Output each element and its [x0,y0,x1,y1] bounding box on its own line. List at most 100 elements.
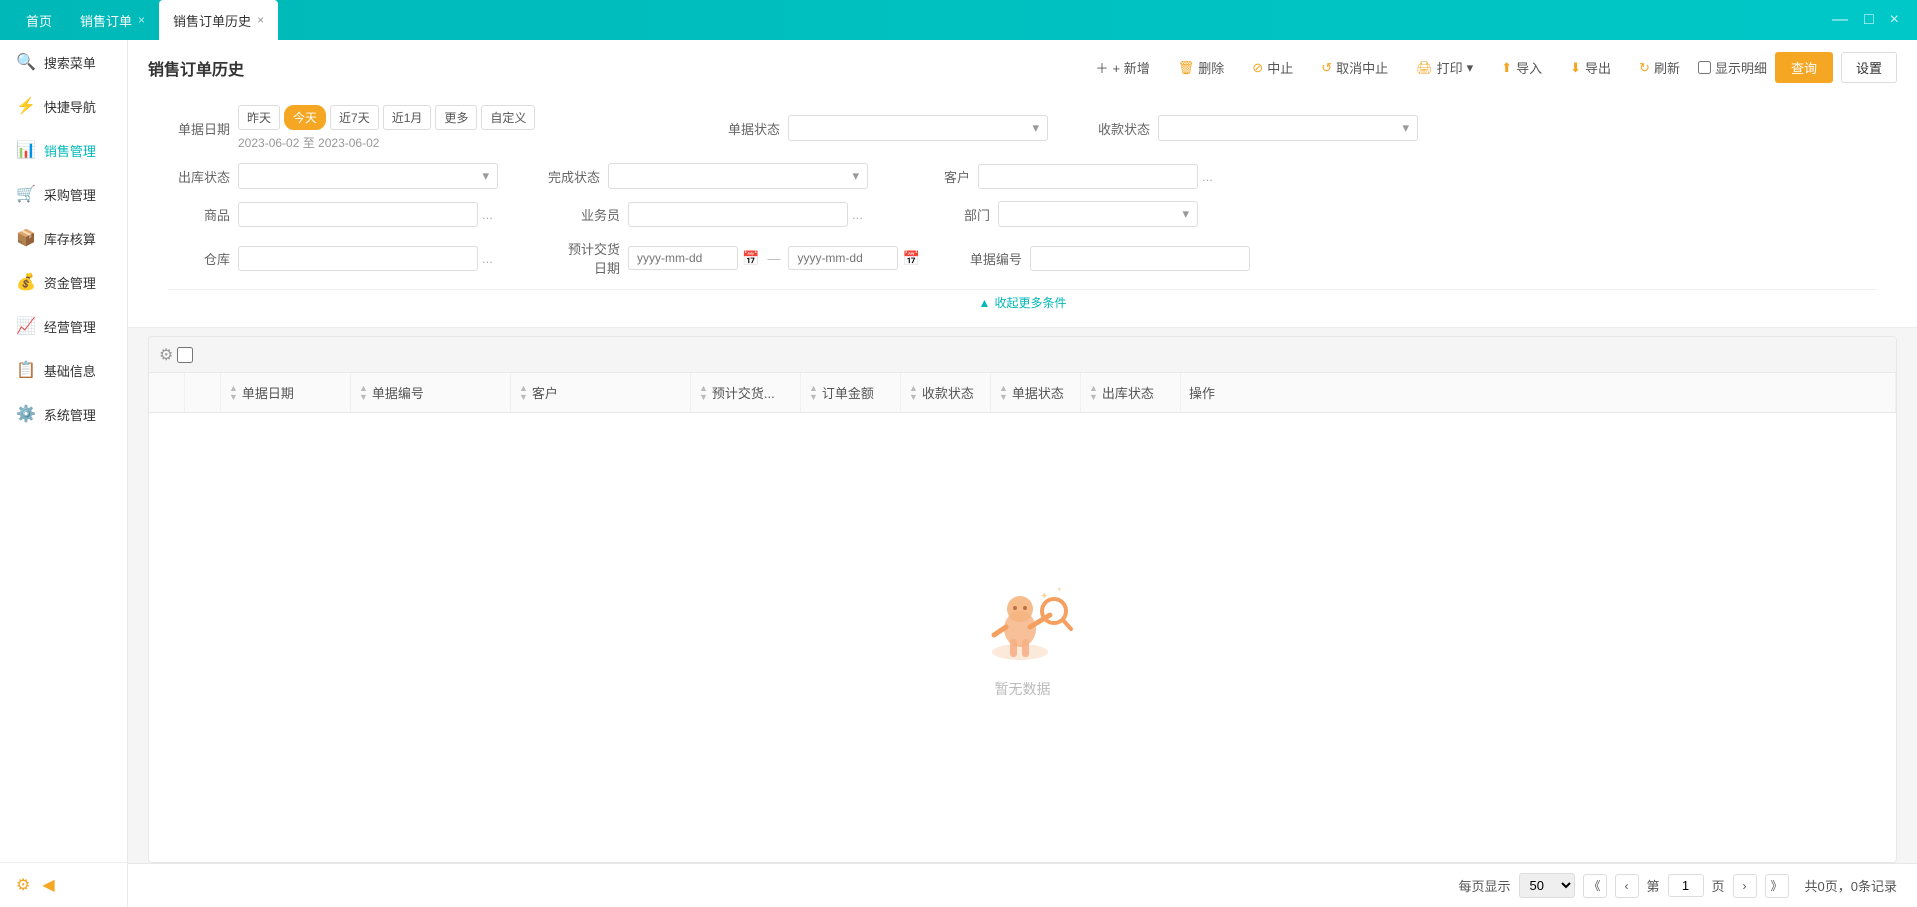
sidebar-item-quick-nav[interactable]: ⚡ 快捷导航 [0,84,127,128]
customer-dots[interactable]: ... [1202,169,1213,184]
delivery-date-label: 预计交货日期 [558,239,628,277]
tab-sales-order-history-close[interactable]: × [257,13,264,27]
th-delivery[interactable]: ▲▼ 预计交货... [691,373,801,412]
sidebar-item-purchase-mgmt-label: 采购管理 [44,185,96,204]
delivery-date-group: 📅 — 📅 [628,246,920,270]
tab-sales-order-history[interactable]: 销售订单历史 × [159,0,278,40]
salesperson-dots[interactable]: ... [852,207,863,222]
page-prefix: 第 [1647,876,1660,895]
current-page-input[interactable] [1668,874,1704,897]
import-button[interactable]: ⬆ 导入 [1491,53,1552,82]
salesperson-label: 业务员 [558,205,628,224]
first-page-button[interactable]: 《 [1583,874,1607,898]
collapse-arrow-icon: ▲ [979,296,991,310]
sidebar-item-finance[interactable]: 💰 资金管理 [0,260,127,304]
query-button[interactable]: 查询 [1775,52,1833,83]
sidebar-item-inventory[interactable]: 📦 库存核算 [0,216,127,260]
goods-input[interactable] [238,202,478,227]
th-op: 操作 [1181,373,1896,412]
sidebar-item-sales-mgmt[interactable]: 📊 销售管理 [0,128,127,172]
receipt-status-select[interactable]: ▾ [1158,115,1418,141]
total-info: 共0页，0条记录 [1805,876,1897,895]
stop-label: 中止 [1267,58,1293,77]
th-delivery-label: 预计交货... [712,383,775,402]
page-title-row: 销售订单历史 ＋ + 新增 🗑 删除 ⊘ 中止 ↺ [148,52,1897,93]
print-label: 打印 [1437,58,1463,77]
th-customer-label: 客户 [532,383,558,402]
stop-button[interactable]: ⊘ 中止 [1242,53,1303,82]
dept-select[interactable]: ▾ [998,201,1198,227]
goods-dots[interactable]: ... [482,207,493,222]
sidebar-collapse-icon[interactable]: ◀ [42,875,54,895]
tab-sales-order-close[interactable]: × [138,13,145,27]
th-amount[interactable]: ▲▼ 订单金额 [801,373,901,412]
th-status[interactable]: ▲▼ 单据状态 [991,373,1081,412]
sidebar-settings-icon[interactable]: ⚙ [16,875,30,895]
quick-nav-icon: ⚡ [16,96,36,116]
delivery-end-input[interactable] [788,246,898,270]
date-btn-more[interactable]: 更多 [435,105,477,130]
date-btn-yesterday[interactable]: 昨天 [238,105,280,130]
main-layout: 🔍 搜索菜单 ⚡ 快捷导航 📊 销售管理 🛒 采购管理 📦 库存核算 💰 资金管… [0,40,1917,907]
refresh-button[interactable]: ↻ 刷新 [1629,53,1690,82]
status-filter-label: 单据状态 [718,119,788,138]
sidebar-item-search-menu[interactable]: 🔍 搜索菜单 [0,40,127,84]
select-all-checkbox[interactable] [177,347,193,363]
delete-button[interactable]: 🗑 删除 [1168,53,1235,82]
last-page-button[interactable]: 》 [1765,874,1789,898]
prev-page-button[interactable]: ‹ [1615,874,1639,898]
order-no-input[interactable] [1030,246,1250,271]
th-status-label: 单据状态 [1012,383,1064,402]
stock-out-select[interactable]: ▾ [238,163,498,189]
refresh-icon: ↻ [1639,60,1650,76]
date-btn-today[interactable]: 今天 [284,105,326,130]
delivery-start-input[interactable] [628,246,738,270]
cancel-stop-button[interactable]: ↺ 取消中止 [1311,53,1398,82]
next-page-button[interactable]: › [1733,874,1757,898]
table-settings-icon[interactable]: ⚙ [159,345,173,365]
search-menu-icon: 🔍 [16,52,36,72]
per-page-select[interactable]: 50 10 20 100 [1519,873,1575,898]
th-receipt[interactable]: ▲▼ 收款状态 [901,373,991,412]
filter-row-3: 商品 ... 业务员 ... 部门 ▾ [168,201,1877,227]
window-close-button[interactable]: × [1884,9,1905,31]
th-stock[interactable]: ▲▼ 出库状态 [1081,373,1181,412]
delivery-sort-arrows: ▲▼ [699,384,708,402]
content-area: 销售订单历史 ＋ + 新增 🗑 删除 ⊘ 中止 ↺ [128,40,1917,907]
warehouse-dots[interactable]: ... [482,251,493,266]
delivery-start-calendar-icon[interactable]: 📅 [742,250,759,267]
date-sort-arrows: ▲▼ [229,384,238,402]
sidebar-item-purchase-mgmt[interactable]: 🛒 采购管理 [0,172,127,216]
sidebar-item-basic-info[interactable]: 📋 基础信息 [0,348,127,392]
print-button[interactable]: 🖨 打印 ▾ [1406,53,1483,82]
date-btn-7days[interactable]: 近7天 [330,105,379,130]
tab-sales-order[interactable]: 销售订单 × [66,0,159,40]
complete-select[interactable]: ▾ [608,163,868,189]
th-no[interactable]: ▲▼ 单据编号 [351,373,511,412]
delivery-end-calendar-icon[interactable]: 📅 [902,250,919,267]
customer-input[interactable] [978,164,1198,189]
salesperson-input[interactable] [628,202,848,227]
sidebar-item-operations[interactable]: 📈 经营管理 [0,304,127,348]
export-button[interactable]: ⬇ 导出 [1560,53,1621,82]
window-max-button[interactable]: □ [1858,9,1880,31]
window-min-button[interactable]: — [1826,9,1854,31]
th-customer[interactable]: ▲▼ 客户 [511,373,691,412]
cancel-stop-icon: ↺ [1321,60,1332,76]
collapse-button[interactable]: ▲ 收起更多条件 [168,289,1877,315]
status-filter-arrow: ▾ [1032,120,1039,136]
sidebar-item-sys-mgmt-label: 系统管理 [44,405,96,424]
stock-out-arrow: ▾ [482,168,489,184]
display-toggle-checkbox[interactable] [1698,61,1711,74]
date-btn-1month[interactable]: 近1月 [383,105,432,130]
warehouse-input[interactable] [238,246,478,271]
status-filter-select[interactable]: ▾ [788,115,1048,141]
setting-button[interactable]: 设置 [1841,52,1897,83]
svg-text:✦: ✦ [1040,591,1048,602]
th-date[interactable]: ▲▼ 单据日期 [221,373,351,412]
sidebar-item-sys-mgmt[interactable]: ⚙️ 系统管理 [0,392,127,436]
date-filter-value: 昨天 今天 近7天 近1月 更多 自定义 2023-06-02 至 2023-0… [238,105,658,151]
tab-home[interactable]: 首页 [12,0,66,40]
date-btn-custom[interactable]: 自定义 [481,105,535,130]
new-button[interactable]: ＋ + 新增 [1086,53,1160,82]
